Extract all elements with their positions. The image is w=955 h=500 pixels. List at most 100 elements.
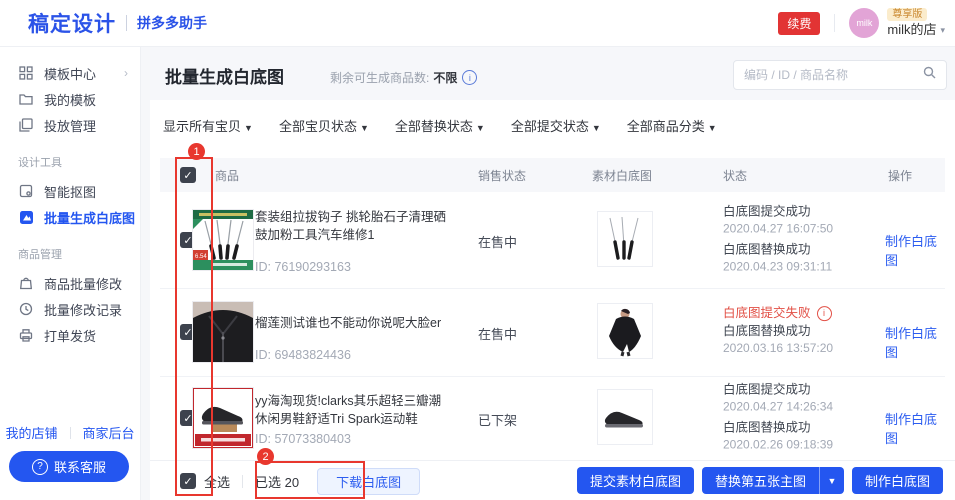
- sidebar-item-label: 商品批量修改: [44, 276, 123, 292]
- brand-logo: 稿定设计: [28, 13, 116, 36]
- download-whitebg-button[interactable]: 下载白底图: [317, 467, 421, 495]
- status-cell: 白底图提交失败 i 白底图替换成功 2020.03.16 13:57:20: [723, 304, 833, 360]
- footer-divider: [69, 426, 71, 439]
- sidebar-item-label: 批量修改记录: [44, 302, 123, 318]
- chevron-down-icon: ▼: [475, 122, 485, 133]
- bar-divider: [242, 474, 244, 488]
- plan-badge: 尊享版: [887, 8, 928, 22]
- chevron-down-icon: ▾: [940, 24, 945, 35]
- sidebar-item-label: 模板中心: [44, 66, 97, 82]
- search-box: [733, 60, 947, 90]
- product-id: ID: 69483824436: [255, 348, 351, 362]
- sidebar-item-edit-history[interactable]: 批量修改记录: [0, 296, 140, 322]
- header-divider: [834, 14, 836, 32]
- fail-info-icon[interactable]: i: [816, 305, 832, 321]
- replace-main-image-button[interactable]: 替换第五张主图: [701, 467, 819, 494]
- select-all-checkbox-bottom[interactable]: ✓: [180, 473, 196, 489]
- status-line: 白底图替换成功: [723, 242, 811, 256]
- sidebar-footer: 我的店铺 商家后台: [0, 423, 140, 442]
- status-line: 白底图替换成功: [723, 420, 811, 434]
- selected-count: 已选 20: [255, 474, 300, 490]
- filter-goods-status[interactable]: 全部宝贝状态 ▼: [279, 116, 369, 135]
- sidebar-item-batch-edit[interactable]: 商品批量修改: [0, 270, 140, 296]
- table-row: ✓ yy海淘现货!clarks其乐超轻三瓣潮休闲男鞋舒适Tri Spark运动鞋…: [160, 376, 945, 461]
- filter-replace-status[interactable]: 全部替换状态 ▼: [395, 116, 485, 135]
- sale-status: 在售中: [478, 235, 518, 250]
- sidebar-item-delivery-management[interactable]: 投放管理: [0, 112, 140, 138]
- search-icon[interactable]: [923, 66, 936, 84]
- contact-support-button[interactable]: ? 联系客服: [9, 451, 129, 482]
- quota-value: 不限: [433, 71, 458, 85]
- product-image: [192, 387, 254, 449]
- cutout-icon: [18, 183, 34, 199]
- make-whitebg-link[interactable]: 制作白底图: [885, 231, 945, 269]
- bottom-action-bar: ✓ 全选 已选 20 下载白底图 提交素材白底图 替换第五张主图 ▼ 制作白底图: [150, 460, 955, 500]
- top-bar: 稿定设计 拼多多助手 续费 milk 尊享版 milk的店 ▾: [0, 0, 955, 47]
- avatar[interactable]: milk: [849, 8, 880, 38]
- store-row[interactable]: milk的店 ▾: [887, 23, 945, 38]
- material-image: [597, 303, 653, 359]
- column-product: 商品: [215, 169, 240, 183]
- sidebar-item-smart-cutout[interactable]: 智能抠图: [0, 178, 140, 204]
- merchant-backend-link[interactable]: 商家后台: [83, 423, 135, 442]
- filter-bar: 显示所有宝贝 ▼ 全部宝贝状态 ▼ 全部替换状态 ▼ 全部提交状态 ▼ 全部商品分类 ▼: [163, 112, 717, 138]
- chevron-down-icon: ▼: [244, 122, 253, 133]
- app-name: 拼多多助手: [137, 15, 207, 31]
- status-cell: 白底图提交成功 2020.04.27 14:26:34 白底图替换成功 2020…: [723, 380, 833, 455]
- annotation-step-1: 1: [188, 143, 205, 160]
- product-image: 6.54: [192, 209, 254, 271]
- replace-main-image-split-button: 替换第五张主图 ▼: [701, 467, 844, 494]
- filter-category[interactable]: 全部商品分类 ▼: [627, 116, 717, 135]
- product-title[interactable]: 榴莲测试谁也不能动你说呢大脸er: [255, 314, 447, 332]
- chevron-down-icon[interactable]: ▼: [818, 467, 844, 494]
- info-icon[interactable]: i: [462, 70, 478, 85]
- status-line: 白底图提交成功: [723, 204, 811, 219]
- sale-status: 已下架: [478, 413, 518, 428]
- top-bar-right: 续费 milk 尊享版 milk的店 ▾: [778, 8, 945, 38]
- search-input[interactable]: [734, 68, 923, 82]
- sidebar-item-label: 投放管理: [44, 118, 97, 134]
- make-whitebg-button[interactable]: 制作白底图: [851, 467, 943, 494]
- table-header: ✓ 商品 销售状态 素材白底图 状态 操作: [160, 158, 945, 192]
- bulk-action-buttons: 提交素材白底图 替换第五张主图 ▼ 制作白底图: [576, 467, 943, 494]
- product-image: [192, 301, 254, 363]
- status-time: 2020.02.26 09:18:39: [723, 437, 834, 452]
- sidebar-item-template-center[interactable]: 模板中心 ›: [0, 60, 140, 86]
- make-whitebg-link[interactable]: 制作白底图: [885, 323, 945, 361]
- renew-button[interactable]: 续费: [778, 11, 821, 35]
- grid-icon: [18, 65, 34, 81]
- chevron-down-icon: ▼: [591, 122, 601, 133]
- select-all-label[interactable]: 全选: [204, 472, 230, 491]
- make-whitebg-link[interactable]: 制作白底图: [885, 409, 945, 447]
- chevron-right-icon: ›: [124, 66, 128, 80]
- sidebar-item-batch-whitebg[interactable]: 批量生成白底图: [0, 204, 140, 230]
- submit-material-button[interactable]: 提交素材白底图: [576, 467, 694, 494]
- product-id: ID: 76190293163: [255, 260, 351, 274]
- my-shop-link[interactable]: 我的店铺: [5, 423, 57, 442]
- svg-text:6.54: 6.54: [195, 254, 207, 260]
- quota-info: 剩余可生成商品数: 不限 i: [330, 69, 478, 86]
- column-action: 操作: [888, 169, 913, 183]
- material-image: [597, 389, 653, 445]
- store-block: 尊享版 milk的店 ▾: [887, 8, 945, 37]
- app-window: 稿定设计 拼多多助手 续费 milk 尊享版 milk的店 ▾ 模板中心 › 我…: [0, 0, 955, 500]
- filter-show-all[interactable]: 显示所有宝贝 ▼: [163, 116, 253, 135]
- content-card: 显示所有宝贝 ▼ 全部宝贝状态 ▼ 全部替换状态 ▼ 全部提交状态 ▼ 全部商品分类 ▼ …: [150, 100, 955, 500]
- sidebar-item-my-templates[interactable]: 我的模板: [0, 86, 140, 112]
- copy-icon: [18, 117, 34, 133]
- chevron-down-icon: ▼: [359, 122, 369, 133]
- question-icon: ?: [31, 458, 48, 475]
- status-line: 白底图提交成功: [723, 382, 811, 397]
- select-all-checkbox[interactable]: ✓: [180, 167, 196, 183]
- column-status: 状态: [723, 169, 748, 183]
- status-line-failed: 白底图提交失败 i: [723, 304, 833, 322]
- contact-support-label: 联系客服: [53, 460, 106, 475]
- product-title[interactable]: 套装组拉拔钩子 挑轮胎石子清理硒鼓加粉工具汽车维修1: [255, 208, 447, 244]
- column-sale-status: 销售状态: [478, 169, 527, 183]
- sidebar-item-label: 我的模板: [44, 92, 97, 108]
- sidebar-item-print-ship[interactable]: 打单发货: [0, 322, 140, 348]
- filter-submit-status[interactable]: 全部提交状态 ▼: [511, 116, 601, 135]
- status-cell: 白底图提交成功 2020.04.27 16:07:50 白底图替换成功 2020…: [723, 202, 833, 277]
- product-title[interactable]: yy海淘现货!clarks其乐超轻三瓣潮休闲男鞋舒适Tri Spark运动鞋: [255, 392, 447, 428]
- sidebar-item-label: 批量生成白底图: [44, 210, 136, 226]
